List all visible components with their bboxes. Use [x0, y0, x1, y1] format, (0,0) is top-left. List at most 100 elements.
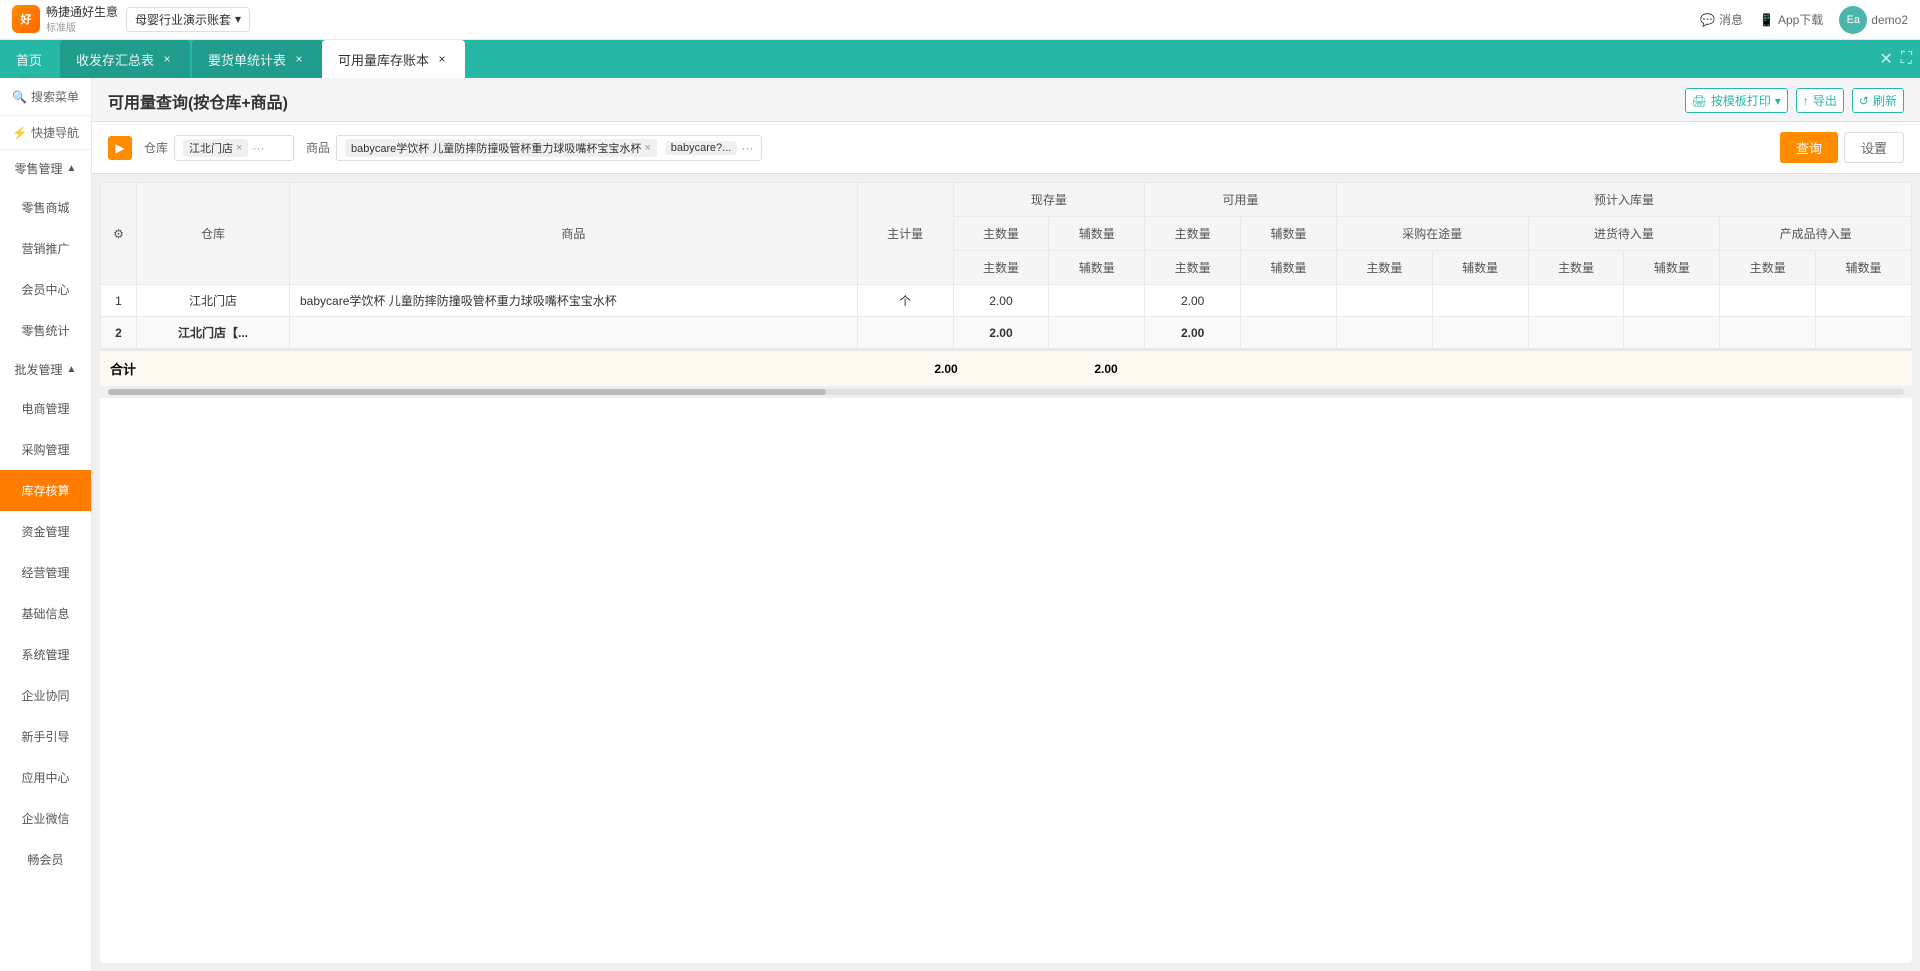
sidebar-search[interactable]: 🔍 搜索菜单	[0, 78, 91, 116]
operations-label: 经营管理	[21, 564, 69, 581]
sidebar-item-new-guide[interactable]: 新手引导	[0, 716, 91, 757]
user-profile[interactable]: Ea demo2	[1839, 6, 1908, 34]
sidebar-item-system[interactable]: 系统管理	[0, 634, 91, 675]
logo-icon: 好	[12, 5, 40, 33]
sidebar-item-ecommerce[interactable]: 电商管理	[0, 388, 91, 429]
page-actions: 🖨 按模板打印 ▾ ↑ 导出 ↺ 刷新	[1685, 88, 1904, 113]
footer-available-main: 2.00	[1066, 362, 1146, 376]
product-filter: 商品 babycare学饮杯 儿童防摔防撞吸管杯重力球吸嘴杯宝宝水杯 × bab…	[306, 135, 762, 161]
app-download-action[interactable]: 📱 App下载	[1759, 11, 1823, 28]
refresh-btn[interactable]: ↺ 刷新	[1852, 88, 1904, 113]
sidebar-item-inventory[interactable]: 库存核算	[0, 470, 91, 511]
sidebar-item-purchase[interactable]: 采购管理	[0, 429, 91, 470]
sidebar-item-retail-mall[interactable]: 零售商城	[0, 187, 91, 228]
th-cur-main2: 主数量	[953, 251, 1049, 285]
tab-order-stats[interactable]: 要货单统计表 ×	[192, 40, 322, 78]
expand-icon[interactable]: ⛶	[1901, 50, 1912, 68]
app-center-label: 应用中心	[21, 769, 69, 786]
top-bar: 好 畅捷通好生意 标准版 母婴行业演示账套 ▾ 💬 消息 📱 App下载 Ea …	[0, 0, 1920, 40]
row2-warehouse: 江北门店【...	[137, 317, 290, 349]
system-label: 系统管理	[21, 646, 69, 663]
sidebar-item-finance[interactable]: 资金管理	[0, 511, 91, 552]
sidebar-item-enterprise-wechat[interactable]: 企业微信	[0, 798, 91, 839]
expand-arrow-icon2: ▲	[67, 364, 77, 375]
row1-pro-main	[1720, 285, 1816, 317]
expand-arrow-icon: ▲	[67, 163, 77, 174]
marketing-label: 营销推广	[21, 240, 69, 257]
sidebar: 🔍 搜索菜单 ⚡ 快捷导航 零售管理 ▲ 零售商城 营销推广 会员中心 零售统计…	[0, 78, 92, 971]
sidebar-item-wholesale-mgmt[interactable]: 批发管理 ▲	[0, 351, 91, 388]
row1-cur-aux	[1049, 285, 1145, 317]
sidebar-item-retail-stats[interactable]: 零售统计	[0, 310, 91, 351]
th-cur-aux2: 辅数量	[1049, 251, 1145, 285]
tab-receipts[interactable]: 收发存汇总表 ×	[60, 40, 190, 78]
th-pro-aux: 辅数量	[1816, 251, 1912, 285]
th-current-stock: 现存量	[953, 183, 1145, 217]
row1-av-aux	[1241, 285, 1337, 317]
settings-btn[interactable]: 设置	[1844, 132, 1904, 163]
row2-av-main: 2.00	[1145, 317, 1241, 349]
receipts-tab-label: 收发存汇总表	[76, 50, 154, 69]
sidebar-item-basic-info[interactable]: 基础信息	[0, 593, 91, 634]
industry-selector[interactable]: 母婴行业演示账套 ▾	[126, 7, 250, 32]
logo-area: 好 畅捷通好生意 标准版	[12, 5, 118, 34]
tab-receipts-close[interactable]: ×	[160, 52, 174, 66]
username: demo2	[1871, 13, 1908, 27]
th-current-main: 主数量	[953, 217, 1049, 251]
member-vip-label: 畅会员	[27, 851, 63, 868]
th-settings[interactable]: ⚙	[101, 183, 137, 285]
industry-label: 母婴行业演示账套	[135, 11, 231, 28]
row1-inc-main	[1528, 285, 1624, 317]
retail-stats-label: 零售统计	[21, 322, 69, 339]
row2-inc-main	[1528, 317, 1624, 349]
top-bar-left: 好 畅捷通好生意 标准版 母婴行业演示账套 ▾	[12, 5, 250, 34]
row2-pur-aux	[1432, 317, 1528, 349]
filter-more-icon[interactable]: ···	[252, 141, 264, 155]
page-header: 可用量查询(按仓库+商品) 🖨 按模板打印 ▾ ↑ 导出 ↺ 刷新	[92, 78, 1920, 122]
tab-order-stats-close[interactable]: ×	[292, 52, 306, 66]
sidebar-quicknav[interactable]: ⚡ 快捷导航	[0, 116, 91, 150]
sidebar-item-marketing[interactable]: 营销推广	[0, 228, 91, 269]
warehouse-tag-close[interactable]: ×	[236, 142, 242, 154]
sidebar-item-member-center[interactable]: 会员中心	[0, 269, 91, 310]
product-input[interactable]: babycare学饮杯 儿童防摔防撞吸管杯重力球吸嘴杯宝宝水杯 × babyca…	[336, 135, 762, 161]
export-icon: ↑	[1803, 94, 1809, 108]
export-btn[interactable]: ↑ 导出	[1796, 88, 1844, 113]
sidebar-item-operations[interactable]: 经营管理	[0, 552, 91, 593]
phone-icon: 📱	[1759, 13, 1774, 27]
warehouse-input[interactable]: 江北门店 × ···	[174, 135, 294, 161]
filter-toggle-btn[interactable]: ▶	[108, 136, 132, 160]
message-icon: 💬	[1700, 13, 1715, 27]
ecommerce-label: 电商管理	[21, 400, 69, 417]
product-tag1-close[interactable]: ×	[644, 142, 650, 154]
nav-right-actions: ✕ ⛶	[1879, 49, 1920, 69]
row1-num: 1	[101, 285, 137, 317]
scroll-track[interactable]	[108, 389, 1904, 395]
sidebar-item-member-vip[interactable]: 畅会员	[0, 839, 91, 880]
sidebar-item-enterprise-collab[interactable]: 企业协同	[0, 675, 91, 716]
tab-available-stock[interactable]: 可用量库存账本 ×	[322, 40, 465, 78]
row1-pro-aux	[1816, 285, 1912, 317]
row2-unit	[857, 317, 953, 349]
product-filter-label: 商品	[306, 139, 330, 156]
row2-pro-main	[1720, 317, 1816, 349]
filter-more-icon2[interactable]: ···	[741, 141, 753, 155]
query-btn[interactable]: 查询	[1780, 132, 1838, 163]
page-title: 可用量查询(按仓库+商品)	[108, 89, 288, 113]
th-warehouse: 仓库	[137, 183, 290, 285]
template-print-label: 按模板打印	[1711, 92, 1771, 109]
warehouse-filter-label: 仓库	[144, 139, 168, 156]
message-action[interactable]: 💬 消息	[1700, 11, 1743, 28]
template-print-btn[interactable]: 🖨 按模板打印 ▾	[1685, 88, 1788, 113]
tab-available-stock-close[interactable]: ×	[435, 52, 449, 66]
row1-unit: 个	[857, 285, 953, 317]
tab-home[interactable]: 首页	[0, 40, 58, 78]
close-all-icon[interactable]: ✕	[1879, 49, 1892, 69]
sidebar-item-app-center[interactable]: 应用中心	[0, 757, 91, 798]
scroll-thumb[interactable]	[108, 389, 826, 395]
avatar: Ea	[1839, 6, 1867, 34]
th-purchase-transit: 采购在途量	[1336, 217, 1528, 251]
th-pur-main: 主数量	[1336, 251, 1432, 285]
sidebar-item-retail-mgmt[interactable]: 零售管理 ▲	[0, 150, 91, 187]
scroll-bar-area[interactable]	[100, 386, 1912, 398]
